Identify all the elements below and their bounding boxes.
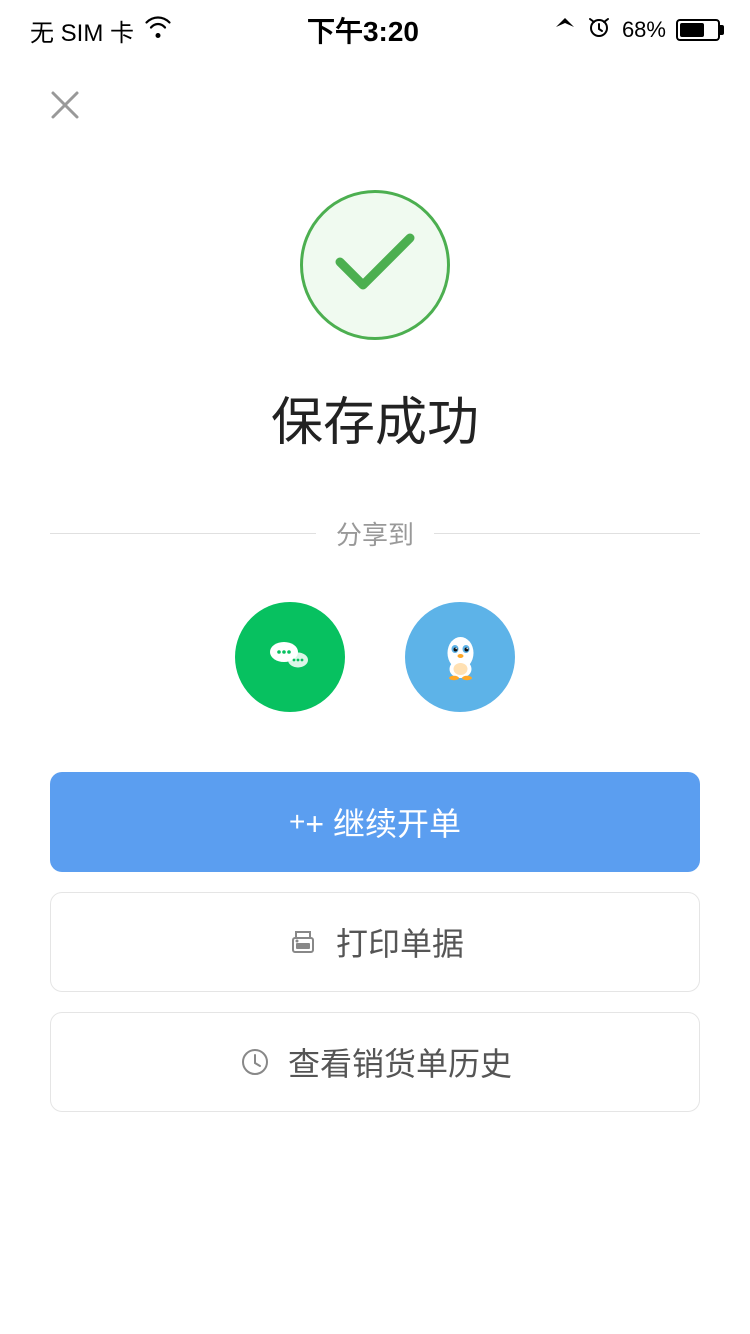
buttons-section: + + 继续开单 打印单据 查看销货单历 bbox=[50, 772, 700, 1112]
share-icons-row bbox=[50, 602, 700, 712]
history-label: 查看销货单历史 bbox=[288, 1039, 512, 1085]
location-icon bbox=[554, 16, 576, 44]
close-area bbox=[0, 60, 750, 150]
battery-indicator bbox=[676, 19, 720, 41]
clock-icon bbox=[238, 1045, 272, 1079]
main-content: 保存成功 分享到 bbox=[0, 150, 750, 1334]
print-label: 打印单据 bbox=[336, 919, 464, 965]
alarm-icon bbox=[586, 14, 612, 46]
battery-percent: 68% bbox=[622, 17, 666, 43]
wifi-icon bbox=[144, 16, 172, 45]
divider-left bbox=[50, 533, 316, 534]
status-time: 下午3:20 bbox=[307, 10, 419, 50]
divider-right bbox=[434, 533, 700, 534]
continue-label: + 继续开单 bbox=[305, 799, 461, 845]
checkmark-icon bbox=[335, 225, 415, 305]
share-section: 分享到 bbox=[50, 515, 700, 712]
share-label: 分享到 bbox=[336, 515, 414, 552]
status-carrier: 无 SIM 卡 bbox=[30, 13, 172, 48]
plus-icon: + bbox=[289, 806, 305, 838]
qq-share-button[interactable] bbox=[405, 602, 515, 712]
success-title: 保存成功 bbox=[271, 380, 479, 455]
status-bar: 无 SIM 卡 下午3:20 68% bbox=[0, 0, 750, 60]
print-icon bbox=[286, 925, 320, 959]
continue-button[interactable]: + + 继续开单 bbox=[50, 772, 700, 872]
wechat-circle bbox=[235, 602, 345, 712]
history-button[interactable]: 查看销货单历史 bbox=[50, 1012, 700, 1112]
share-divider: 分享到 bbox=[50, 515, 700, 552]
success-circle bbox=[300, 190, 450, 340]
close-button[interactable] bbox=[40, 80, 90, 130]
carrier-text: 无 SIM 卡 bbox=[30, 13, 134, 48]
success-icon-container bbox=[300, 190, 450, 340]
wechat-share-button[interactable] bbox=[235, 602, 345, 712]
status-right: 68% bbox=[554, 14, 720, 46]
qq-circle bbox=[405, 602, 515, 712]
print-button[interactable]: 打印单据 bbox=[50, 892, 700, 992]
